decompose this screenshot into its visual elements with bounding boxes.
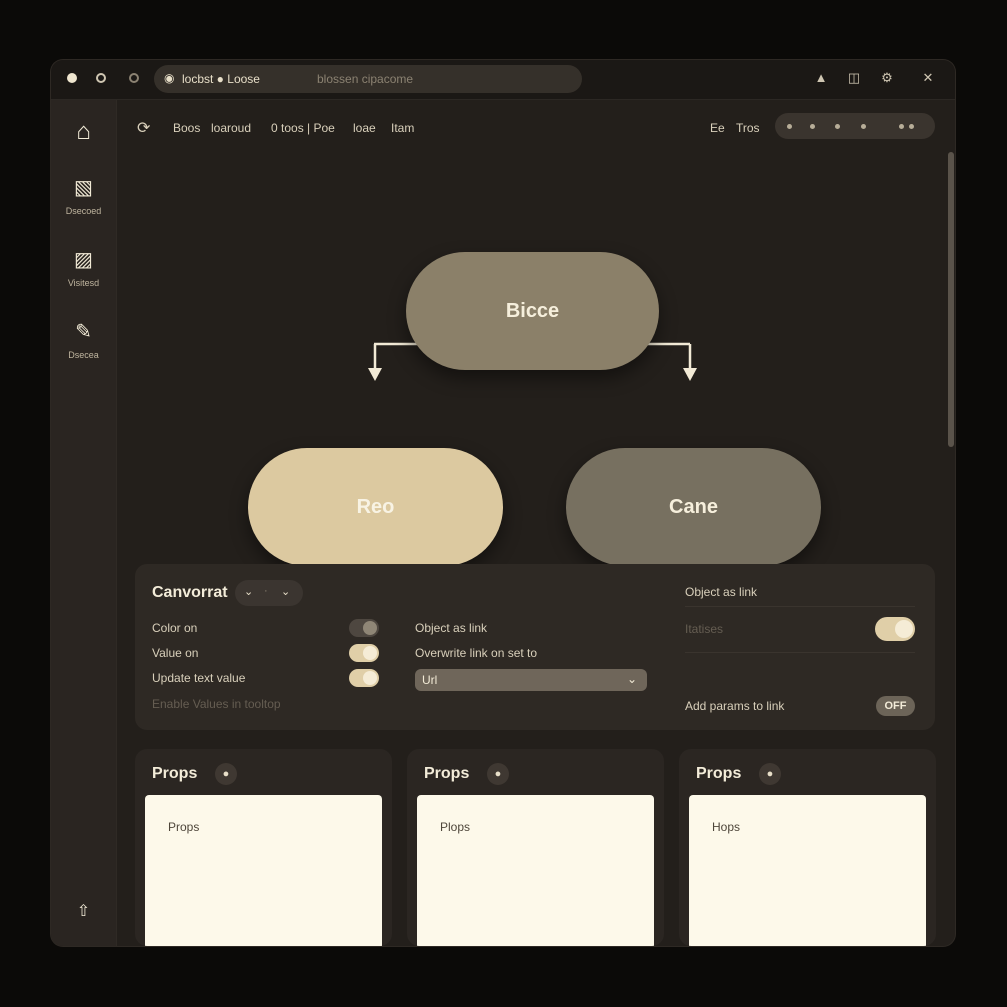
panel-view-switch[interactable]: ⌄ · ⌄ <box>235 580 303 606</box>
panel-title: Canvorrat <box>152 584 228 601</box>
info-icon[interactable]: ● <box>215 763 237 785</box>
canvas-scrollbar[interactable] <box>948 152 954 447</box>
close-icon[interactable]: ✕ <box>920 70 936 86</box>
chevron-down-icon[interactable]: ⌄ <box>281 585 290 598</box>
link-type-select[interactable]: Url ⌄ <box>415 669 647 691</box>
chevron-down-icon[interactable]: ⌄ <box>244 585 253 598</box>
update-text-toggle[interactable] <box>349 669 379 687</box>
card-title: Props <box>424 765 470 782</box>
object-link-toggle[interactable] <box>875 617 915 641</box>
sidebar-item-link[interactable]: ✎ Dsecea <box>51 320 116 360</box>
settings-panel: Canvorrat ⌄ · ⌄ Color on Value on Update… <box>135 564 935 730</box>
edit-icon: ▨ <box>74 249 93 271</box>
info-icon[interactable]: ● <box>487 763 509 785</box>
diagram-node-child[interactable]: Reo <box>248 448 503 566</box>
setting-label: Color on <box>152 621 198 635</box>
separator-dot: · <box>264 585 268 597</box>
card-body[interactable]: Hops <box>689 795 926 946</box>
card-body-text: Props <box>168 820 200 834</box>
window-close-dot[interactable] <box>67 73 77 83</box>
setting-label: Update text value <box>152 671 246 685</box>
diagram-node-root[interactable]: Bicce <box>406 252 659 370</box>
card-body[interactable]: Props <box>145 795 382 946</box>
overwrite-link-label: Overwrite link on set to <box>415 646 538 660</box>
card-title: Props <box>152 765 198 782</box>
node-label: Cane <box>669 495 718 518</box>
sidebar-item-label: Visitesd <box>67 278 100 288</box>
props-card: Props ● Plops <box>407 749 664 946</box>
app-window: ◉ locbst ● Loose blossen cipacome ▲ ◫ ⚙ … <box>51 60 955 946</box>
sidebar-item-diagram[interactable]: ▧ Dsecoed <box>51 176 116 216</box>
node-label: Reo <box>356 495 395 518</box>
split-view-icon[interactable]: ◫ <box>846 70 862 86</box>
chevron-down-icon: ⌄ <box>626 672 637 686</box>
card-body-text: Hops <box>712 820 741 834</box>
add-params-label: Add params to link <box>685 699 785 713</box>
divider <box>685 606 915 607</box>
card-title: Props <box>696 765 742 782</box>
sidebar-item-label: Dsecoed <box>65 206 102 216</box>
card-body[interactable]: Plops <box>417 795 654 946</box>
setting-label-disabled: Enable Values in tooltop <box>152 697 281 711</box>
settings-icon[interactable]: ⚙ <box>879 70 895 86</box>
extension-icon[interactable]: ▲ <box>813 70 829 85</box>
diagram-node-child[interactable]: Cane <box>566 448 821 566</box>
sidebar-item-home[interactable]: ⌂ <box>51 120 116 144</box>
address-bar[interactable]: ◉ locbst ● Loose blossen cipacome <box>154 65 582 93</box>
object-link-title: Object as link <box>685 585 758 599</box>
props-card: Props ● Props <box>135 749 392 946</box>
node-label: Bicce <box>505 299 560 322</box>
disabled-option-label: Itatises <box>685 622 724 636</box>
sidebar-item-export[interactable]: ⇧ <box>51 900 116 924</box>
color-toggle[interactable] <box>349 619 379 637</box>
info-icon[interactable]: ● <box>759 763 781 785</box>
home-icon: ⌂ <box>76 118 91 145</box>
card-body-text: Plops <box>440 820 471 834</box>
window-maximize-dot[interactable] <box>129 73 139 83</box>
sidebar-item-label: Dsecea <box>68 350 99 360</box>
object-link-title: Object as link <box>415 621 488 635</box>
address-text: locbst ● Loose <box>182 72 260 86</box>
divider <box>685 652 915 653</box>
sidebar: ⌂ ▧ Dsecoed ▨ Visitesd ✎ Dsecea ⇧ <box>51 100 117 946</box>
select-value: Url <box>422 673 438 687</box>
add-params-toggle[interactable]: OFF <box>876 696 915 716</box>
link-icon: ✎ <box>75 321 92 343</box>
window-minimize-dot[interactable] <box>96 73 106 83</box>
sidebar-item-visited[interactable]: ▨ Visitesd <box>51 248 116 288</box>
setting-label: Value on <box>152 646 199 660</box>
props-card: Props ● Hops <box>679 749 936 946</box>
export-icon: ⇧ <box>76 903 91 920</box>
diagram-icon: ▧ <box>74 177 93 199</box>
site-icon: ◉ <box>164 71 175 85</box>
address-subtext: blossen cipacome <box>317 72 414 86</box>
value-toggle[interactable] <box>349 644 379 662</box>
title-bar: ◉ locbst ● Loose blossen cipacome ▲ ◫ ⚙ … <box>51 60 955 100</box>
